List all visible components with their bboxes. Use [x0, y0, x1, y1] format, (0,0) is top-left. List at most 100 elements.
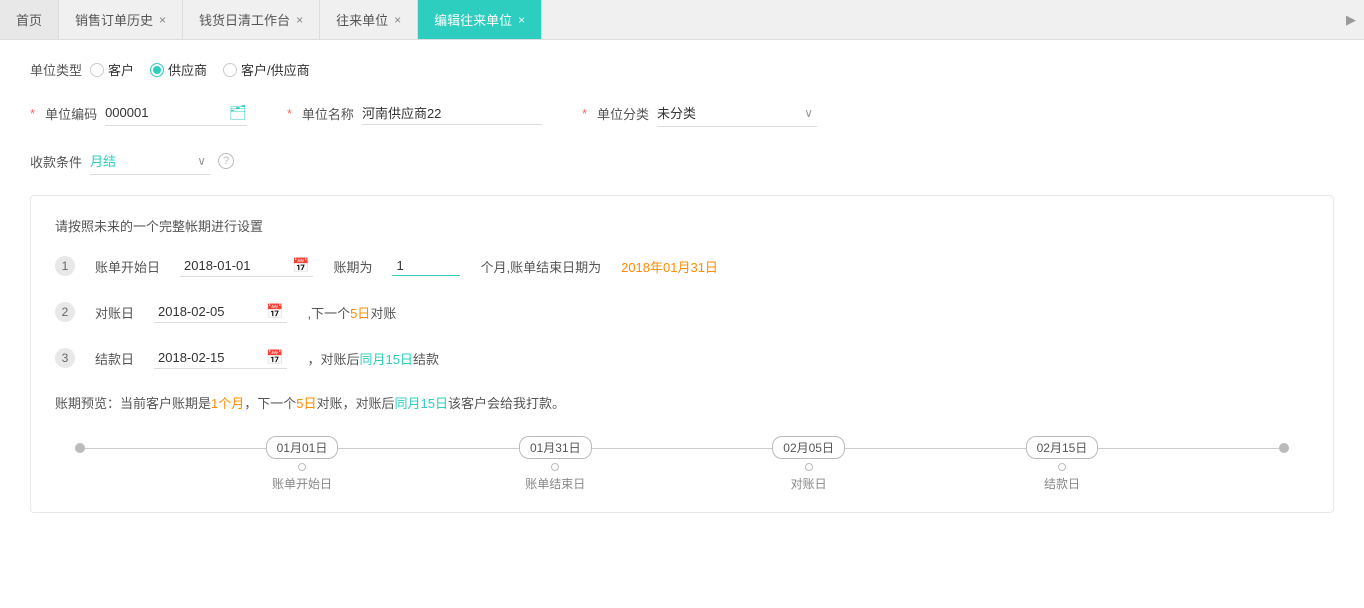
tl-node-3-dot [805, 463, 813, 471]
tl-node-2-badge: 01月31日 [519, 436, 592, 459]
tl-node-4: 02月15日 结款日 [1026, 436, 1099, 492]
preview-part3: 同月15日 [395, 396, 448, 411]
unit-category-star: * [582, 106, 587, 121]
tab-edit-counterpart-close[interactable]: × [518, 13, 525, 27]
step-1-period-label: 账期为 [333, 257, 372, 276]
step-2-date-wrap: 📅 [154, 301, 287, 323]
tl-right-dot [1279, 436, 1289, 453]
radio-supplier-label: 供应商 [168, 60, 207, 79]
radio-customer[interactable]: 客户 [90, 60, 134, 79]
tab-sales-history-label: 销售订单历史 [75, 10, 153, 29]
step-3-label: 结款日 [95, 349, 134, 368]
step-1-calendar-icon[interactable]: 📅 [292, 257, 309, 274]
payment-condition-chevron: ∨ [197, 154, 206, 168]
step-3-date-wrap: 📅 [154, 347, 287, 369]
unit-category-select[interactable]: 未分类 ∨ [657, 99, 817, 127]
tab-home-label: 首页 [16, 10, 42, 29]
radio-both[interactable]: 客户/供应商 [223, 60, 310, 79]
step-3-desc: ，对账后同月15日结款 [307, 349, 439, 368]
tl-node-2-label: 账单结束日 [525, 475, 585, 492]
step-3-desc-prefix: ，对账后 [307, 352, 359, 367]
unit-type-row: 单位类型 客户 供应商 客户/供应商 [30, 60, 1334, 79]
step-1-period-input[interactable] [396, 258, 456, 273]
tl-node-4-dot [1058, 463, 1066, 471]
preview-suffix: 该客户会给我打款。 [448, 396, 565, 411]
tab-counterpart[interactable]: 往来单位 × [320, 0, 418, 39]
step-2-desc: ,下一个5日对账 [307, 303, 396, 322]
step-2-desc-highlight: 5日 [350, 306, 370, 321]
tab-cash-work[interactable]: 钱货日清工作台 × [183, 0, 320, 39]
unit-code-star: * [30, 106, 35, 121]
unit-name-group: * 单位名称 [287, 101, 542, 125]
tab-sales-history-close[interactable]: × [159, 13, 166, 27]
step-2-row: 2 对账日 📅 ,下一个5日对账 [55, 301, 1309, 323]
step-1-label: 账单开始日 [95, 257, 160, 276]
unit-name-label: 单位名称 [302, 104, 354, 123]
unit-type-label: 单位类型 [30, 60, 82, 79]
step-2-num: 2 [55, 302, 75, 322]
unit-name-input[interactable] [362, 101, 542, 125]
unit-code-input[interactable] [105, 105, 225, 120]
unit-code-label: 单位编码 [45, 104, 97, 123]
tab-cash-work-close[interactable]: × [296, 13, 303, 27]
tab-counterpart-close[interactable]: × [394, 13, 401, 27]
step-2-desc-prefix: ,下一个 [307, 306, 350, 321]
tl-node-4-badge: 02月15日 [1026, 436, 1099, 459]
preview-middle1: ，下一个 [244, 396, 296, 411]
payment-condition-select[interactable]: 月结 ∨ [90, 147, 210, 175]
radio-supplier-circle [150, 63, 164, 77]
payment-condition-label: 收款条件 [30, 152, 82, 171]
unit-category-value: 未分类 [657, 103, 804, 122]
unit-category-label: 单位分类 [597, 104, 649, 123]
payment-condition-row: 收款条件 月结 ∨ ? [30, 147, 1334, 175]
step-1-row: 1 账单开始日 📅 账期为 个月,账单结束日期为 2018年01月31日 [55, 255, 1309, 277]
tab-sales-history[interactable]: 销售订单历史 × [59, 0, 183, 39]
step-2-desc-suffix: 对账 [370, 306, 396, 321]
step-1-period-end: 2018年01月31日 [621, 257, 718, 276]
tab-home[interactable]: 首页 [0, 0, 59, 39]
step-3-num: 3 [55, 348, 75, 368]
preview-part1: 1个月 [211, 396, 244, 411]
tab-edit-counterpart[interactable]: 编辑往来单位 × [418, 0, 542, 39]
unit-code-icon[interactable]: 🗂 [229, 104, 247, 121]
preview-text: 账期预览：当前客户账期是1个月，下一个5日对账，对账后同月15日该客户会给我打款… [55, 393, 1309, 412]
step-3-calendar-icon[interactable]: 📅 [266, 349, 283, 366]
radio-group: 客户 供应商 客户/供应商 [90, 60, 310, 79]
step-3-date-input[interactable] [158, 350, 258, 365]
radio-customer-label: 客户 [108, 60, 134, 79]
main-content: 单位类型 客户 供应商 客户/供应商 * 单位编码 [0, 40, 1364, 608]
tab-bar: 首页 销售订单历史 × 钱货日清工作台 × 往来单位 × 编辑往来单位 × ▶ [0, 0, 1364, 40]
step-2-calendar-icon[interactable]: 📅 [266, 303, 283, 320]
unit-type-group: 单位类型 客户 供应商 客户/供应商 [30, 60, 310, 79]
tab-counterpart-label: 往来单位 [336, 10, 388, 29]
step-2-date-input[interactable] [158, 304, 258, 319]
unit-name-star: * [287, 106, 292, 121]
radio-supplier[interactable]: 供应商 [150, 60, 207, 79]
tl-left-dot [75, 436, 85, 453]
step-3-row: 3 结款日 📅 ，对账后同月15日结款 [55, 347, 1309, 369]
help-icon[interactable]: ? [218, 153, 234, 169]
tl-node-2: 01月31日 账单结束日 [519, 436, 592, 492]
unit-info-row: * 单位编码 🗂 * 单位名称 * 单位分类 未分类 ∨ [30, 99, 1334, 127]
step-1-date-input[interactable] [184, 258, 284, 273]
step-1-period-unit: 个月,账单结束日期为 [480, 257, 601, 276]
tl-left-endpoint [75, 443, 85, 453]
unit-code-input-wrap: 🗂 [105, 100, 247, 126]
tab-cash-work-label: 钱货日清工作台 [199, 10, 290, 29]
step-1-num: 1 [55, 256, 75, 276]
tl-node-3: 02月05日 对账日 [772, 436, 845, 492]
tl-node-2-dot [551, 463, 559, 471]
radio-both-label: 客户/供应商 [241, 60, 310, 79]
settings-panel: 请按照未来的一个完整帐期进行设置 1 账单开始日 📅 账期为 个月,账单结束日期… [30, 195, 1334, 513]
unit-category-chevron: ∨ [804, 106, 813, 120]
timeline-container: 01月01日 账单开始日 01月31日 账单结束日 02月05日 对账日 [55, 436, 1309, 492]
payment-condition-value: 月结 [90, 151, 197, 170]
step-1-period-wrap [392, 256, 460, 276]
timeline-nodes: 01月01日 账单开始日 01月31日 账单结束日 02月05日 对账日 [75, 436, 1289, 492]
unit-category-group: * 单位分类 未分类 ∨ [582, 99, 817, 127]
tab-expand-btn[interactable]: ▶ [1338, 0, 1364, 39]
tl-node-1-label: 账单开始日 [272, 475, 332, 492]
tl-node-4-label: 结款日 [1044, 475, 1080, 492]
step-1-date-wrap: 📅 [180, 255, 313, 277]
preview-middle2: 对账，对账后 [317, 396, 395, 411]
